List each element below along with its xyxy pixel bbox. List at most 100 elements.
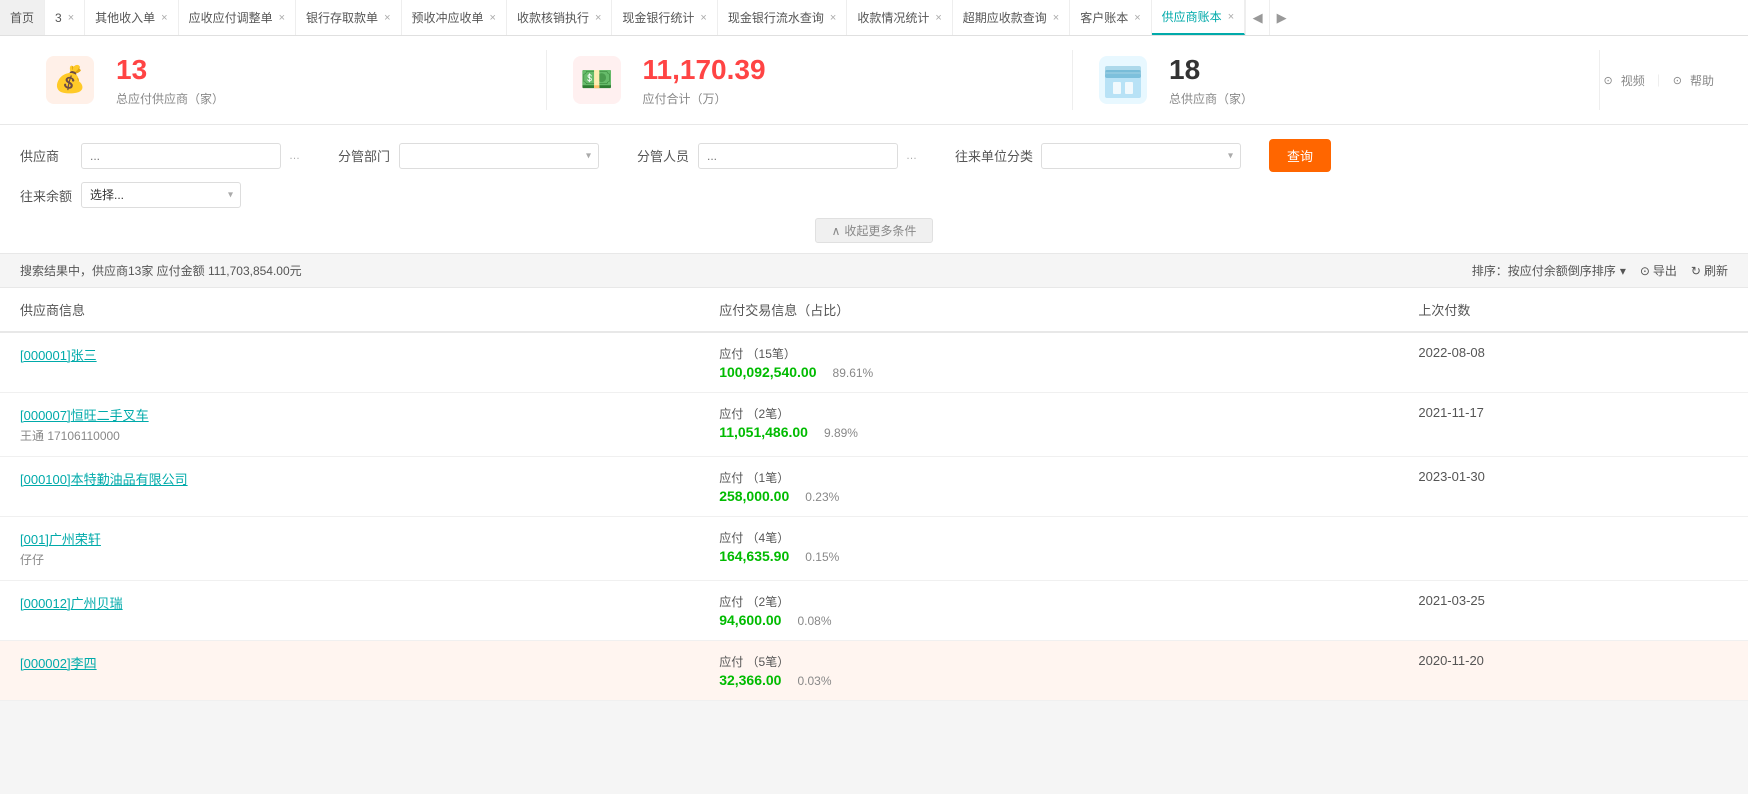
supplier-link-3[interactable]: [000100]本特勤油品有限公司 [20, 472, 188, 487]
summary-card-total: 18 总供应商（家） [1073, 50, 1600, 110]
filter-row-2: 往来余额 选择... [20, 182, 1728, 208]
category-select-wrapper [1041, 143, 1241, 169]
help-icon: ⊙ [1673, 74, 1682, 87]
sort-button[interactable]: 排序：按应付余额倒序排序 ▾ [1472, 262, 1626, 279]
close-customer-ledger-icon[interactable]: × [1134, 12, 1140, 24]
export-icon: ⊙ [1640, 264, 1650, 278]
supplier-icon: 💰 [40, 50, 100, 110]
tx-amount-4[interactable]: 164,635.90 [719, 548, 789, 564]
video-link[interactable]: 视频 [1621, 72, 1645, 89]
refresh-button[interactable]: ↻ 刷新 [1691, 262, 1728, 279]
tx-amount-6[interactable]: 32,366.00 [719, 672, 781, 688]
last-pay-cell-6: 2020-11-20 [1398, 641, 1748, 701]
summary-num-suppliers: 13 [116, 53, 224, 87]
tx-amount-1[interactable]: 100,092,540.00 [719, 364, 816, 380]
supplier-link-6[interactable]: [000002]李四 [20, 656, 97, 671]
close-collection-stat-icon[interactable]: × [935, 12, 941, 24]
result-bar: 搜索结果中，供应商13家 应付金额 111,703,854.00元 排序：按应付… [0, 254, 1748, 288]
tx-percent-2: 9.89% [824, 426, 858, 440]
nav-collection-stat[interactable]: 收款情况统计 × [847, 0, 952, 35]
summary-text-payable: 11,170.39 应付合计（万） [643, 53, 766, 108]
tx-amount-5[interactable]: 94,600.00 [719, 612, 781, 628]
table-row: [000100]本特勤油品有限公司 应付 （1笔） 258,000.00 0.2… [0, 457, 1748, 517]
main-content: 供应商信息 应付交易信息（占比） 上次付数 [000001]张三 [0, 288, 1748, 701]
nav-other-income[interactable]: 其他收入单 × [85, 0, 178, 35]
video-icon: ⊙ [1604, 74, 1613, 87]
summary-label-payable: 应付合计（万） [643, 90, 766, 107]
tx-label-2: 应付 （2笔） [719, 405, 1378, 422]
supplier-link-1[interactable]: [000001]张三 [20, 348, 97, 363]
last-pay-cell-3: 2023-01-30 [1398, 457, 1748, 517]
summary-card-payable: 💵 11,170.39 应付合计（万） [547, 50, 1074, 110]
nav-collection-verify[interactable]: 收款核销执行 × [507, 0, 612, 35]
supplier-sub-2: 王通 17106110000 [20, 427, 679, 444]
filter-dept: 分管部门 [338, 143, 599, 169]
filter-row-1: 供应商 … 分管部门 分管人员 … 往来单位分类 [20, 139, 1728, 172]
person-input[interactable] [698, 143, 898, 169]
close-ar-ap-icon[interactable]: × [279, 12, 285, 24]
filter-person: 分管人员 … [637, 143, 917, 169]
supplier-filter-label: 供应商 [20, 146, 75, 165]
help-link[interactable]: 帮助 [1690, 72, 1714, 89]
last-pay-date-5: 2021-03-25 [1418, 593, 1485, 608]
close-tab3-icon[interactable]: × [68, 12, 74, 24]
table-row: [000001]张三 应付 （15笔） 100,092,540.00 89.61… [0, 332, 1748, 393]
balance-select[interactable]: 选择... [81, 182, 241, 208]
supplier-input[interactable] [81, 143, 281, 169]
close-bank-icon[interactable]: × [384, 12, 390, 24]
result-summary-text: 搜索结果中，供应商13家 应付金额 111,703,854.00元 [20, 262, 302, 279]
table-row: [000007]恒旺二手叉车 王通 17106110000 应付 （2笔） 11… [0, 393, 1748, 457]
close-cash-bank-query-icon[interactable]: × [830, 12, 836, 24]
supplier-link-4[interactable]: [001]广州荣轩 [20, 532, 101, 547]
close-supplier-ledger-icon[interactable]: × [1228, 11, 1234, 23]
collapse-label: 收起更多条件 [844, 222, 916, 239]
tx-label-5: 应付 （2笔） [719, 593, 1378, 610]
supplier-cell-2: [000007]恒旺二手叉车 王通 17106110000 [0, 393, 699, 457]
svg-text:💵: 💵 [580, 64, 612, 94]
tx-percent-1: 89.61% [833, 366, 874, 380]
supplier-table: 供应商信息 应付交易信息（占比） 上次付数 [000001]张三 [0, 288, 1748, 701]
table-body: [000001]张三 应付 （15笔） 100,092,540.00 89.61… [0, 332, 1748, 701]
filter-category: 往来单位分类 [955, 143, 1241, 169]
nav-cash-bank-query[interactable]: 现金银行流水查询 × [718, 0, 847, 35]
close-cash-bank-stat-icon[interactable]: × [700, 12, 706, 24]
filter-balance: 往来余额 选择... [20, 182, 241, 208]
export-button[interactable]: ⊙ 导出 [1640, 262, 1677, 279]
close-overdue-ar-icon[interactable]: × [1053, 12, 1059, 24]
nav-bank-deposit[interactable]: 银行存取款单 × [296, 0, 401, 35]
last-pay-date-2: 2021-11-17 [1418, 405, 1484, 420]
nav-cash-bank-stat[interactable]: 现金银行统计 × [612, 0, 717, 35]
supplier-link-2[interactable]: [000007]恒旺二手叉车 [20, 408, 149, 423]
tx-amount-2[interactable]: 11,051,486.00 [719, 424, 808, 440]
nav-overdue-ar[interactable]: 超期应收款查询 × [953, 0, 1070, 35]
nav-prev-arrow[interactable]: ◀ [1245, 0, 1269, 35]
last-pay-date-6: 2020-11-20 [1418, 653, 1484, 668]
nav-prepay-ar[interactable]: 预收冲应收单 × [402, 0, 507, 35]
nav-next-arrow[interactable]: ▶ [1269, 0, 1293, 35]
dept-select[interactable] [399, 143, 599, 169]
collapse-button[interactable]: ∧ 收起更多条件 [815, 218, 934, 243]
category-select[interactable] [1041, 143, 1241, 169]
supplier-more-icon[interactable]: … [289, 150, 300, 162]
nav-tab3[interactable]: 3 × [45, 0, 85, 35]
tx-amount-3[interactable]: 258,000.00 [719, 488, 789, 504]
top-navigation: 首页 3 × 其他收入单 × 应收应付调整单 × 银行存取款单 × 预收冲应收单… [0, 0, 1748, 36]
nav-home[interactable]: 首页 [0, 0, 45, 35]
close-prepay-icon[interactable]: × [490, 12, 496, 24]
supplier-sub-4: 仔仔 [20, 551, 679, 568]
tx-cell-5: 应付 （2笔） 94,600.00 0.08% [699, 581, 1398, 641]
close-other-income-icon[interactable]: × [161, 12, 167, 24]
person-more-icon[interactable]: … [906, 150, 917, 162]
nav-customer-ledger[interactable]: 客户账本 × [1070, 0, 1151, 35]
balance-filter-label: 往来余额 [20, 186, 75, 205]
summary-text-total: 18 总供应商（家） [1169, 53, 1253, 108]
query-button[interactable]: 查询 [1269, 139, 1331, 172]
nav-ar-ap-adjust[interactable]: 应收应付调整单 × [179, 0, 296, 35]
supplier-link-5[interactable]: [000012]广州贝瑞 [20, 596, 123, 611]
summary-label-total: 总供应商（家） [1169, 90, 1253, 107]
tx-cell-6: 应付 （5笔） 32,366.00 0.03% [699, 641, 1398, 701]
nav-supplier-ledger[interactable]: 供应商账本 × [1152, 0, 1245, 35]
close-collection-verify-icon[interactable]: × [595, 12, 601, 24]
tx-cell-2: 应付 （2笔） 11,051,486.00 9.89% [699, 393, 1398, 457]
last-pay-cell-2: 2021-11-17 [1398, 393, 1748, 457]
